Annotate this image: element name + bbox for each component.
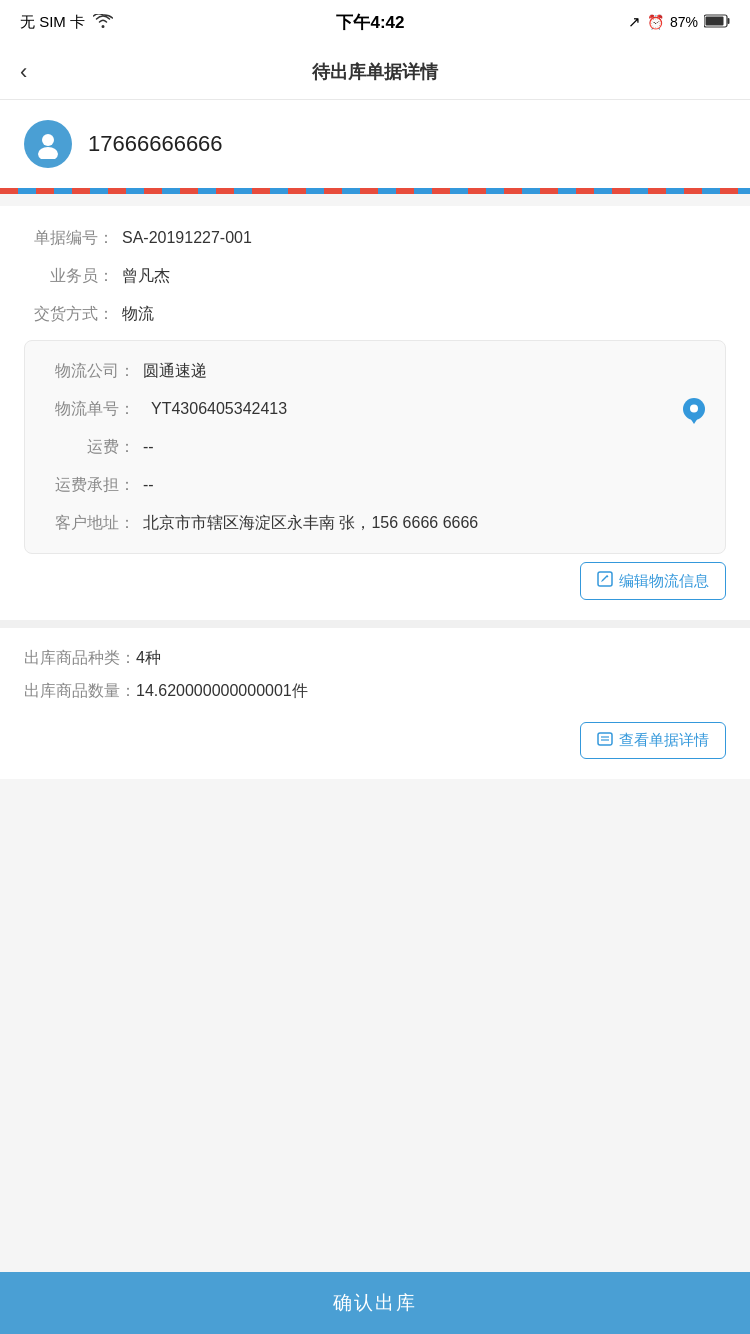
confirm-button-container: 确认出库 xyxy=(0,1272,750,1334)
view-details-button[interactable]: 查看单据详情 xyxy=(580,722,726,759)
customer-header: 17666666666 xyxy=(0,100,750,188)
battery-percent: 87% xyxy=(670,14,698,30)
bottom-spacer xyxy=(0,779,750,999)
svg-point-3 xyxy=(42,134,54,146)
freight-bearer-row: 运费承担： -- xyxy=(45,473,705,497)
edit-btn-container: 编辑物流信息 xyxy=(24,554,726,600)
freight-bearer-value: -- xyxy=(135,473,705,497)
avatar xyxy=(24,120,72,168)
status-time: 下午4:42 xyxy=(336,11,404,34)
edit-icon xyxy=(597,571,613,591)
document-number-label: 单据编号： xyxy=(24,226,114,250)
battery-icon xyxy=(704,14,730,31)
page-title: 待出库单据详情 xyxy=(312,60,438,84)
svg-point-4 xyxy=(38,147,58,159)
goods-types-label: 出库商品种类： xyxy=(24,648,136,669)
track-location-icon[interactable] xyxy=(683,398,705,420)
dashed-separator xyxy=(0,188,750,194)
confirm-outbound-button[interactable]: 确认出库 xyxy=(0,1290,750,1316)
goods-types-row: 出库商品种类： 4种 xyxy=(24,648,726,669)
delivery-method-value: 物流 xyxy=(114,302,726,326)
view-details-icon xyxy=(597,732,613,749)
view-details-btn-container: 查看单据详情 xyxy=(24,714,726,759)
delivery-method-row: 交货方式： 物流 xyxy=(24,302,726,326)
address-label: 客户地址： xyxy=(45,511,135,535)
gray-separator-1 xyxy=(0,620,750,628)
svg-rect-1 xyxy=(727,18,729,24)
tracking-number-row: 物流单号： YT4306405342413 xyxy=(45,397,705,421)
salesman-value: 曾凡杰 xyxy=(114,264,726,288)
goods-quantity-label: 出库商品数量： xyxy=(24,681,136,702)
logistics-company-row: 物流公司： 圆通速递 xyxy=(45,359,705,383)
logistics-company-label: 物流公司： xyxy=(45,359,135,383)
goods-types-value: 4种 xyxy=(136,648,161,669)
back-button[interactable]: ‹ xyxy=(12,51,35,93)
delivery-method-label: 交货方式： xyxy=(24,302,114,326)
tracking-number-value: YT4306405342413 xyxy=(143,397,667,421)
logistics-card: 物流公司： 圆通速递 物流单号： YT4306405342413 运费： -- … xyxy=(24,340,726,554)
freight-label: 运费： xyxy=(45,435,135,459)
goods-quantity-row: 出库商品数量： 14.620000000000001件 xyxy=(24,681,726,702)
svg-rect-2 xyxy=(705,16,723,25)
document-number-row: 单据编号： SA-20191227-001 xyxy=(24,226,726,250)
document-number-value: SA-20191227-001 xyxy=(114,226,726,250)
status-left: 无 SIM 卡 xyxy=(20,13,113,32)
location-status-icon: ↗ xyxy=(628,13,641,31)
freight-row: 运费： -- xyxy=(45,435,705,459)
freight-bearer-label: 运费承担： xyxy=(45,473,135,497)
edit-logistics-button[interactable]: 编辑物流信息 xyxy=(580,562,726,600)
salesman-row: 业务员： 曾凡杰 xyxy=(24,264,726,288)
alarm-icon: ⏰ xyxy=(647,14,664,30)
address-value: 北京市市辖区海淀区永丰南 张，156 6666 6666 xyxy=(135,511,705,535)
salesman-label: 业务员： xyxy=(24,264,114,288)
status-right: ↗ ⏰ 87% xyxy=(628,13,730,31)
svg-rect-6 xyxy=(598,733,612,745)
nav-bar: ‹ 待出库单据详情 xyxy=(0,44,750,100)
document-info-section: 单据编号： SA-20191227-001 业务员： 曾凡杰 交货方式： 物流 … xyxy=(0,206,750,620)
customer-phone: 17666666666 xyxy=(88,131,223,157)
tracking-number-label: 物流单号： xyxy=(45,397,135,421)
logistics-company-value: 圆通速递 xyxy=(135,359,705,383)
goods-quantity-value: 14.620000000000001件 xyxy=(136,681,308,702)
wifi-icon xyxy=(93,14,113,31)
carrier-label: 无 SIM 卡 xyxy=(20,13,85,32)
address-row: 客户地址： 北京市市辖区海淀区永丰南 张，156 6666 6666 xyxy=(45,511,705,535)
edit-logistics-label: 编辑物流信息 xyxy=(619,572,709,591)
view-details-label: 查看单据详情 xyxy=(619,731,709,750)
goods-section: 出库商品种类： 4种 出库商品数量： 14.620000000000001件 查… xyxy=(0,628,750,779)
freight-value: -- xyxy=(135,435,705,459)
status-bar: 无 SIM 卡 下午4:42 ↗ ⏰ 87% xyxy=(0,0,750,44)
